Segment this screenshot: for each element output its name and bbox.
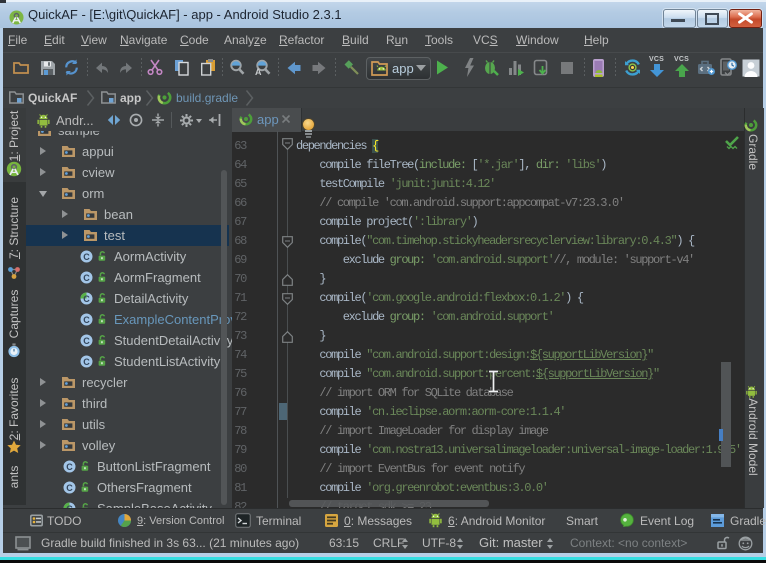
svg-text:C: C	[83, 294, 90, 304]
svg-text:C: C	[66, 462, 73, 472]
svg-text:C: C	[83, 252, 90, 262]
svg-text:C: C	[66, 483, 73, 493]
svg-text:C: C	[83, 357, 90, 367]
svg-text:C: C	[83, 315, 90, 325]
svg-text:C: C	[83, 273, 90, 283]
svg-text:A: A	[255, 67, 262, 77]
svg-text:C: C	[83, 336, 90, 346]
